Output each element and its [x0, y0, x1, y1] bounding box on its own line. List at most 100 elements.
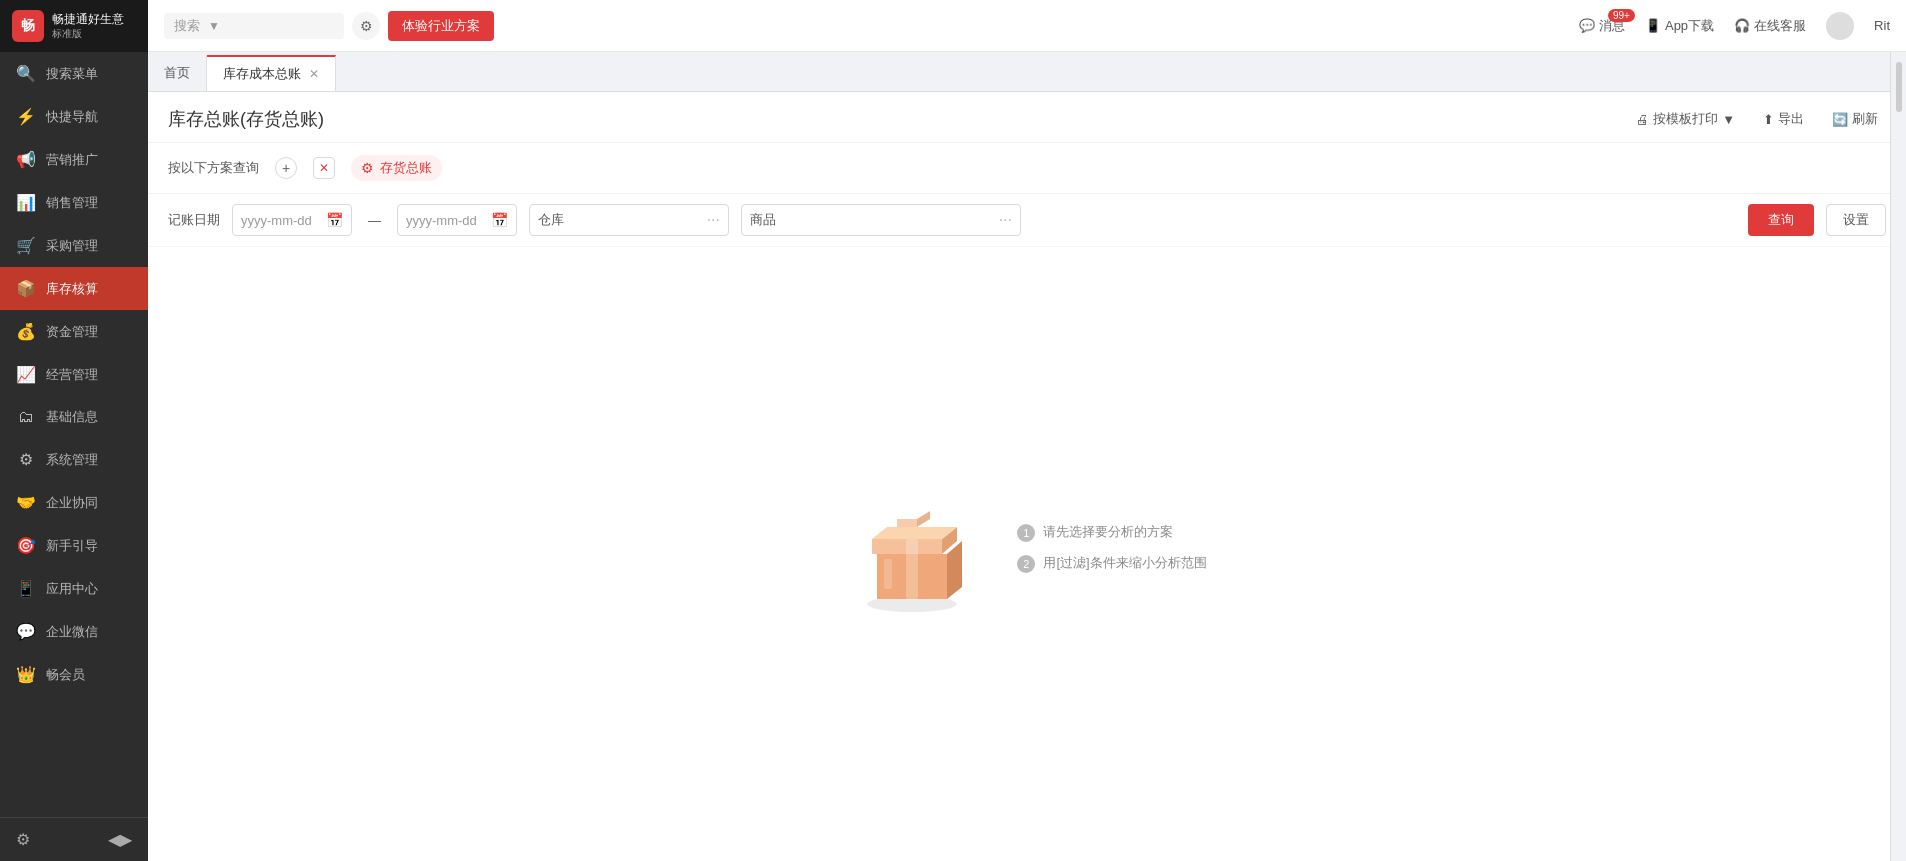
sidebar-item-inventory[interactable]: 📦 库存核算 [0, 267, 148, 310]
empty-tip-2: 2 用[过滤]条件来缩小分析范围 [1017, 554, 1206, 573]
empty-illustration [847, 494, 977, 614]
message-badge: 99+ [1608, 9, 1635, 22]
sidebar-item-label: 快捷导航 [46, 108, 98, 126]
scheme-label: 存货总账 [380, 159, 432, 177]
date-end-placeholder: yyyy-mm-dd [406, 213, 477, 228]
app-download-icon: 📱 [1645, 18, 1661, 33]
sidebar-item-label: 采购管理 [46, 237, 98, 255]
sidebar: 畅 畅捷通好生意 标准版 🔍 搜索菜单 ⚡ 快捷导航 📢 营销推广 📊 销售管理… [0, 0, 148, 861]
product-more-icon: ··· [999, 211, 1012, 229]
sidebar-item-basic[interactable]: 🗂 基础信息 [0, 396, 148, 438]
operations-icon: 📈 [16, 365, 36, 384]
tab-inventory-ledger[interactable]: 库存成本总账 ✕ [207, 55, 336, 91]
date-separator: — [368, 213, 381, 228]
settings-icon[interactable]: ⚙ [16, 830, 30, 849]
avatar[interactable] [1826, 12, 1854, 40]
empty-tips: 1 请先选择要分析的方案 2 用[过滤]条件来缩小分析范围 [1017, 523, 1206, 585]
tip-text-2: 用[过滤]条件来缩小分析范围 [1043, 554, 1206, 572]
refresh-button[interactable]: 🔄 刷新 [1824, 106, 1886, 132]
right-panel [1890, 52, 1906, 861]
svg-marker-9 [917, 511, 930, 527]
right-panel-handle[interactable] [1896, 62, 1902, 112]
sidebar-bottom: ⚙ ◀▶ [0, 817, 148, 861]
sidebar-item-finance[interactable]: 💰 资金管理 [0, 310, 148, 353]
sidebar-item-wechat[interactable]: 💬 企业微信 [0, 610, 148, 653]
sidebar-scroll: 🔍 搜索菜单 ⚡ 快捷导航 📢 营销推广 📊 销售管理 🛒 采购管理 📦 库存核… [0, 52, 148, 817]
tip-number-2: 2 [1017, 555, 1035, 573]
sidebar-item-appcenter[interactable]: 📱 应用中心 [0, 567, 148, 610]
message-action[interactable]: 💬 消息 99+ [1579, 17, 1625, 35]
svg-rect-7 [884, 559, 892, 589]
sidebar-item-search[interactable]: 🔍 搜索菜单 [0, 52, 148, 95]
filter-close-button[interactable]: ✕ [313, 157, 335, 179]
scheme-item[interactable]: ⚙ 存货总账 [351, 155, 442, 181]
wechat-icon: 💬 [16, 622, 36, 641]
headset-icon: 🎧 [1734, 18, 1750, 33]
filter-add-button[interactable]: + [275, 157, 297, 179]
message-icon: 💬 [1579, 18, 1595, 33]
header-actions: 🖨 按模板打印 ▼ ⬆ 导出 🔄 刷新 [1628, 106, 1886, 132]
date-end-input[interactable]: yyyy-mm-dd 📅 [397, 204, 517, 236]
tip-text-1: 请先选择要分析的方案 [1043, 523, 1173, 541]
sidebar-item-newguide[interactable]: 🎯 新手引导 [0, 524, 148, 567]
date-start-placeholder: yyyy-mm-dd [241, 213, 312, 228]
product-filter[interactable]: 商品 ··· [741, 204, 1021, 236]
sidebar-item-enterprise[interactable]: 🤝 企业协同 [0, 481, 148, 524]
newguide-icon: 🎯 [16, 536, 36, 555]
tabbar: 首页 库存成本总账 ✕ [148, 52, 1906, 92]
settings-button[interactable]: 设置 [1826, 204, 1886, 236]
filter-row: 记账日期 yyyy-mm-dd 📅 — yyyy-mm-dd 📅 仓库 ··· … [148, 194, 1906, 247]
tab-home[interactable]: 首页 [148, 55, 207, 91]
basic-icon: 🗂 [16, 408, 36, 426]
sidebar-item-label: 新手引导 [46, 537, 98, 555]
sidebar-item-system[interactable]: ⚙ 系统管理 [0, 438, 148, 481]
sidebar-item-purchase[interactable]: 🛒 采购管理 [0, 224, 148, 267]
filter-area: 按以下方案查询 + ✕ ⚙ 存货总账 [148, 143, 1906, 194]
app-name: 畅捷通好生意 [52, 11, 124, 28]
sales-icon: 📊 [16, 193, 36, 212]
gear-button[interactable]: ⚙ [352, 12, 380, 40]
export-button[interactable]: ⬆ 导出 [1755, 106, 1812, 132]
date-start-input[interactable]: yyyy-mm-dd 📅 [232, 204, 352, 236]
sidebar-item-label: 基础信息 [46, 408, 98, 426]
sidebar-item-label: 销售管理 [46, 194, 98, 212]
sidebar-item-marketing[interactable]: 📢 营销推广 [0, 138, 148, 181]
sidebar-item-operations[interactable]: 📈 经营管理 [0, 353, 148, 396]
topbar-right: 💬 消息 99+ 📱 App下载 🎧 在线客服 Rit [1579, 12, 1890, 40]
topbar-search-area[interactable]: 搜索 ▼ [164, 13, 344, 39]
quick-nav-icon: ⚡ [16, 107, 36, 126]
app-download-action[interactable]: 📱 App下载 [1645, 17, 1714, 35]
query-button[interactable]: 查询 [1748, 204, 1814, 236]
sidebar-item-member[interactable]: 👑 畅会员 [0, 653, 148, 696]
app-logo: 畅 畅捷通好生意 标准版 [0, 0, 148, 52]
sidebar-item-label: 资金管理 [46, 323, 98, 341]
empty-tip-1: 1 请先选择要分析的方案 [1017, 523, 1206, 542]
collapse-icon[interactable]: ◀▶ [108, 830, 132, 849]
print-template-button[interactable]: 🖨 按模板打印 ▼ [1628, 106, 1743, 132]
calendar-end-icon: 📅 [491, 212, 508, 228]
printer-icon: 🖨 [1636, 112, 1649, 127]
svg-rect-6 [906, 539, 918, 599]
date-field-label: 记账日期 [168, 211, 220, 229]
home-tab-label: 首页 [164, 64, 190, 82]
warehouse-filter[interactable]: 仓库 ··· [529, 204, 729, 236]
sidebar-item-quick-nav[interactable]: ⚡ 快捷导航 [0, 95, 148, 138]
app-badge: 标准版 [52, 27, 124, 41]
svg-marker-8 [897, 519, 917, 527]
topbar: 搜索 ▼ ⚙ 体验行业方案 💬 消息 99+ 📱 App下载 🎧 在线客服 Ri… [148, 0, 1906, 52]
refresh-icon: 🔄 [1832, 112, 1848, 127]
warehouse-more-icon: ··· [707, 211, 720, 229]
enterprise-icon: 🤝 [16, 493, 36, 512]
member-icon: 👑 [16, 665, 36, 684]
sidebar-item-label: 库存核算 [46, 280, 98, 298]
appcenter-icon: 📱 [16, 579, 36, 598]
main-container: 搜索 ▼ ⚙ 体验行业方案 💬 消息 99+ 📱 App下载 🎧 在线客服 Ri… [148, 0, 1906, 861]
online-service-action[interactable]: 🎧 在线客服 [1734, 17, 1806, 35]
sidebar-item-sales[interactable]: 📊 销售管理 [0, 181, 148, 224]
tab-close-icon[interactable]: ✕ [309, 67, 319, 81]
industry-button[interactable]: 体验行业方案 [388, 11, 494, 41]
topbar-chevron-icon: ▼ [208, 19, 220, 33]
finance-icon: 💰 [16, 322, 36, 341]
refresh-label: 刷新 [1852, 110, 1878, 128]
page-header: 库存总账(存货总账) 🖨 按模板打印 ▼ ⬆ 导出 🔄 刷新 [148, 92, 1906, 143]
